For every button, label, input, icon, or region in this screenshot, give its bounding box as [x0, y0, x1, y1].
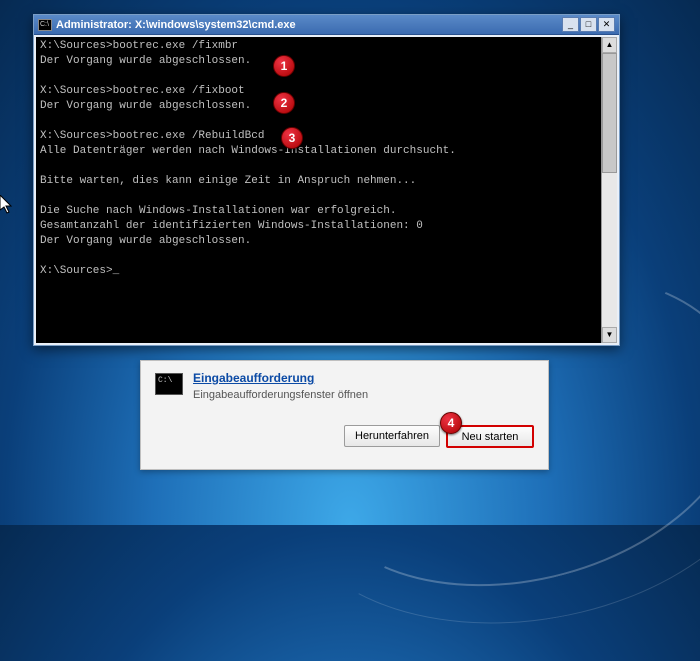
cmd-icon: C:\	[38, 19, 52, 31]
cmd-prompt-icon: C:\	[155, 373, 183, 395]
cmd-body: X:\Sources>bootrec.exe /fixmbr Der Vorga…	[36, 37, 617, 343]
scroll-up-button[interactable]: ▲	[602, 37, 617, 53]
minimize-button[interactable]: _	[562, 17, 579, 32]
maximize-button[interactable]: □	[580, 17, 597, 32]
scroll-down-button[interactable]: ▼	[602, 327, 617, 343]
recovery-panel: C:\ Eingabeaufforderung Eingabeaufforder…	[140, 360, 549, 470]
scrollbar[interactable]: ▲ ▼	[601, 37, 617, 343]
scroll-thumb[interactable]	[602, 53, 617, 173]
cmd-title: Administrator: X:\windows\system32\cmd.e…	[56, 19, 562, 31]
cursor-icon	[0, 195, 14, 215]
close-button[interactable]: ✕	[598, 17, 615, 32]
cmd-prompt-desc: Eingabeaufforderungsfenster öffnen	[193, 389, 368, 401]
cmd-titlebar[interactable]: C:\ Administrator: X:\windows\system32\c…	[34, 15, 619, 35]
step-badge-1: 1	[273, 55, 295, 77]
shutdown-button[interactable]: Herunterfahren	[344, 425, 440, 447]
step-badge-2: 2	[273, 92, 295, 114]
cmd-prompt-link[interactable]: Eingabeaufforderung	[193, 371, 368, 385]
cmd-output[interactable]: X:\Sources>bootrec.exe /fixmbr Der Vorga…	[36, 37, 601, 343]
cmd-window: C:\ Administrator: X:\windows\system32\c…	[33, 14, 620, 346]
step-badge-3: 3	[281, 127, 303, 149]
scroll-track[interactable]	[602, 173, 617, 327]
step-badge-4: 4	[440, 412, 462, 434]
